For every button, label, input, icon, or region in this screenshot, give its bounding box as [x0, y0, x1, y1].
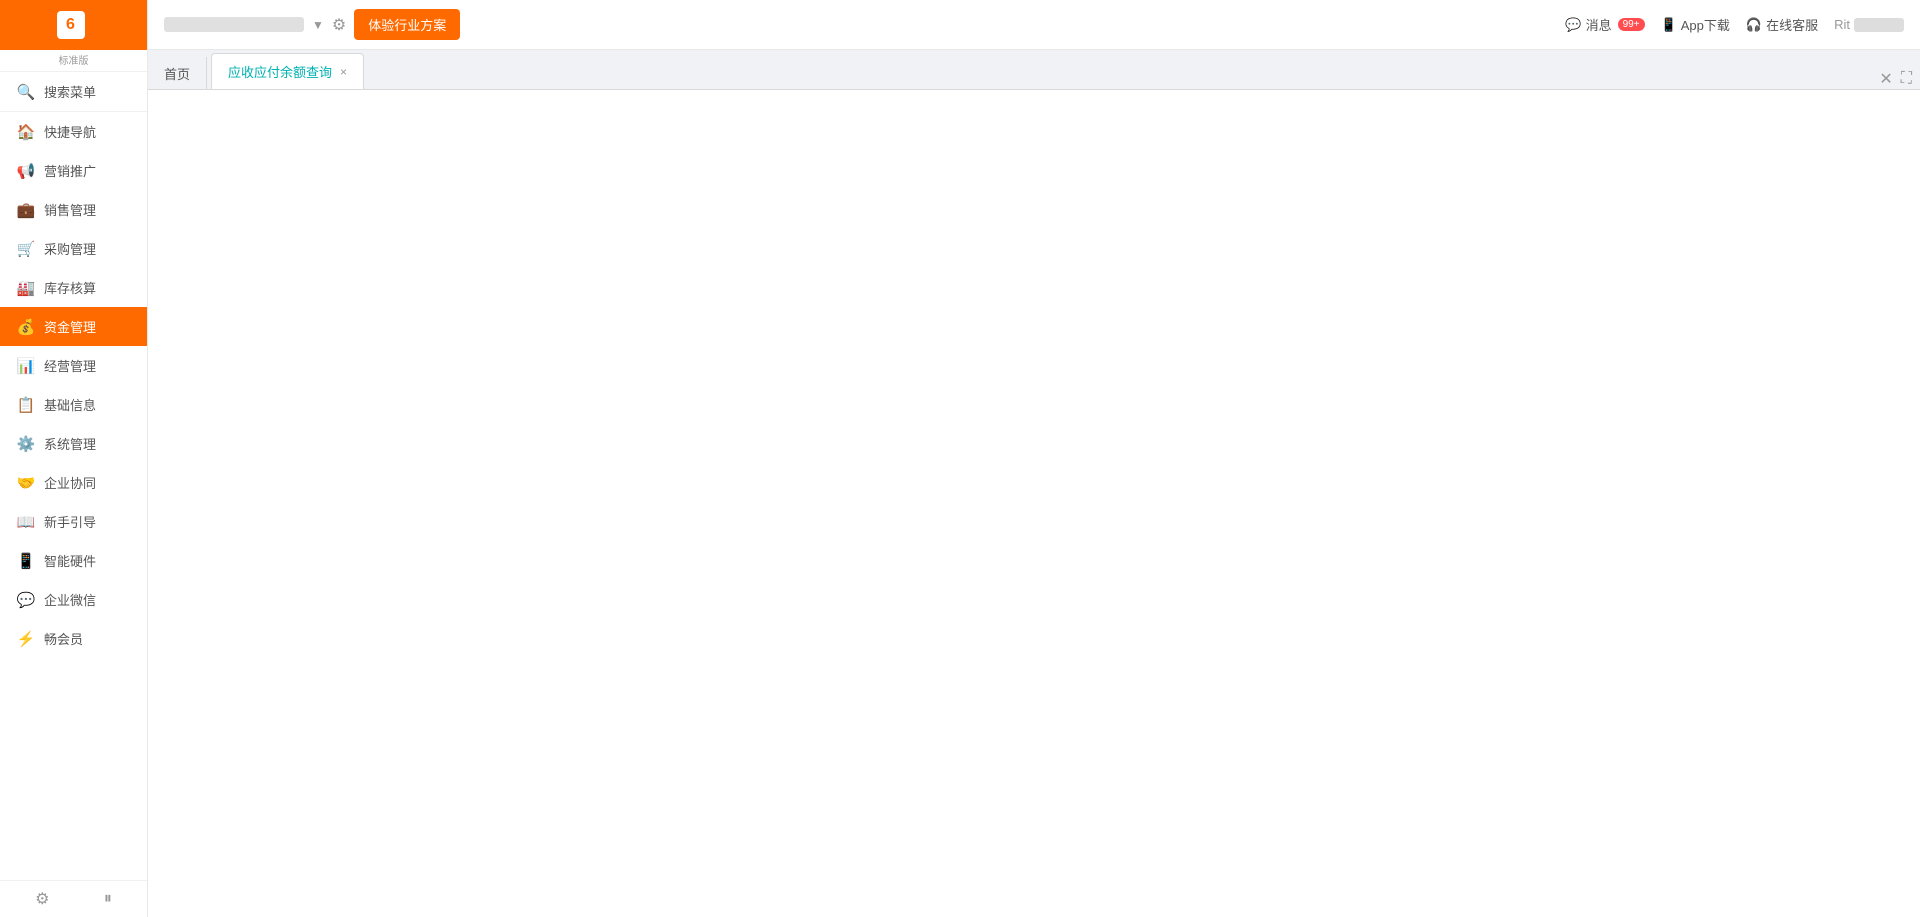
user-name: Rit [1834, 17, 1850, 32]
online-service-btn[interactable]: 🎧 在线客服 [1746, 15, 1818, 34]
sidebar-item-operation[interactable]: 📊 经营管理 [0, 346, 147, 385]
tab-active[interactable]: 应收应付余额查询 × [211, 53, 364, 89]
notice-btn[interactable]: 💬 消息 99+ [1565, 15, 1644, 34]
sidebar-item-marketing[interactable]: 📢 营销推广 [0, 151, 147, 190]
sidebar-menu: 🔍 搜索菜单 🏠 快捷导航 📢 营销推广 💼 销售管理 🛒 采购管理 🏭 库存核… [0, 72, 147, 880]
header-right: 💬 消息 99+ 📱 App下载 🎧 在线客服 Rit [1565, 15, 1904, 34]
marketing-icon: 📢 [16, 162, 36, 180]
sidebar-settings-btn[interactable]: ⚙ [35, 889, 49, 909]
sidebar-item-member[interactable]: ⚡ 畅会员 [0, 619, 147, 658]
promo-button[interactable]: 体验行业方案 [354, 9, 460, 40]
base-icon: 📋 [16, 396, 36, 414]
sidebar-item-base[interactable]: 📋 基础信息 [0, 385, 147, 424]
sidebar-item-sales[interactable]: 💼 销售管理 [0, 190, 147, 229]
notice-icon: 💬 [1565, 17, 1581, 33]
sales-icon: 💼 [16, 201, 36, 219]
sidebar-edition: 标准版 [0, 50, 147, 72]
tab-home[interactable]: 首页 [148, 57, 207, 89]
purchase-icon: 🛒 [16, 240, 36, 258]
inventory-icon: 🏭 [16, 279, 36, 297]
sidebar-collapse-btn[interactable]: ⏸ [104, 890, 112, 908]
guide-icon: 📖 [16, 513, 36, 531]
app-download-btn[interactable]: 📱 App下载 [1661, 15, 1730, 34]
sidebar-item-wechat[interactable]: 💬 企业微信 [0, 580, 147, 619]
sidebar-item-search[interactable]: 🔍 搜索菜单 [0, 72, 147, 112]
breadcrumb-dropdown-icon[interactable]: ▼ [312, 18, 324, 32]
tab-bar-actions: ✕ ⛶ [1879, 69, 1920, 89]
finance-icon: 💰 [16, 318, 36, 336]
logo-icon: 6 [57, 11, 85, 39]
notice-badge: 99+ [1618, 18, 1645, 31]
tab-close-btn[interactable]: × [340, 65, 347, 79]
wechat-icon: 💬 [16, 591, 36, 609]
member-icon: ⚡ [16, 630, 36, 648]
sidebar-item-label: 搜索菜单 [44, 82, 96, 101]
hardware-icon: 📱 [16, 552, 36, 570]
sidebar-item-guide[interactable]: 📖 新手引导 [0, 502, 147, 541]
corp-icon: 🤝 [16, 474, 36, 492]
home-icon: 🏠 [16, 123, 36, 141]
sidebar-item-corp[interactable]: 🤝 企业协同 [0, 463, 147, 502]
sidebar: 6 畅捷通财 标准版 🔍 搜索菜单 🏠 快捷导航 📢 营销推广 💼 销售管理 🛒… [0, 0, 148, 917]
sidebar-item-quicknav[interactable]: 🏠 快捷导航 [0, 112, 147, 151]
sidebar-footer: ⚙ ⏸ [0, 880, 147, 917]
header-left: ▼ ⚙ 体验行业方案 [164, 9, 460, 40]
sidebar-item-finance[interactable]: 💰 资金管理 [0, 307, 147, 346]
tab-close-window-btn[interactable]: ✕ [1879, 69, 1892, 89]
app-icon: 📱 [1661, 17, 1677, 33]
sidebar-item-hardware[interactable]: 📱 智能硬件 [0, 541, 147, 580]
header-gear-icon[interactable]: ⚙ [332, 15, 346, 35]
system-icon: ⚙️ [16, 435, 36, 453]
sidebar-item-system[interactable]: ⚙️ 系统管理 [0, 424, 147, 463]
sidebar-item-purchase[interactable]: 🛒 采购管理 [0, 229, 147, 268]
sidebar-logo: 6 畅捷通财 [0, 0, 147, 50]
top-header: ▼ ⚙ 体验行业方案 💬 消息 99+ 📱 App下载 🎧 在线客服 Rit [148, 0, 1920, 50]
sidebar-item-inventory[interactable]: 🏭 库存核算 [0, 268, 147, 307]
operation-icon: 📊 [16, 357, 36, 375]
user-info[interactable]: Rit [1834, 17, 1904, 32]
search-icon: 🔍 [16, 83, 36, 101]
breadcrumb [164, 17, 304, 32]
tab-bar: 首页 应收应付余额查询 × ✕ ⛶ [148, 50, 1920, 90]
service-icon: 🎧 [1746, 17, 1762, 33]
tab-expand-btn[interactable]: ⛶ [1901, 70, 1912, 88]
